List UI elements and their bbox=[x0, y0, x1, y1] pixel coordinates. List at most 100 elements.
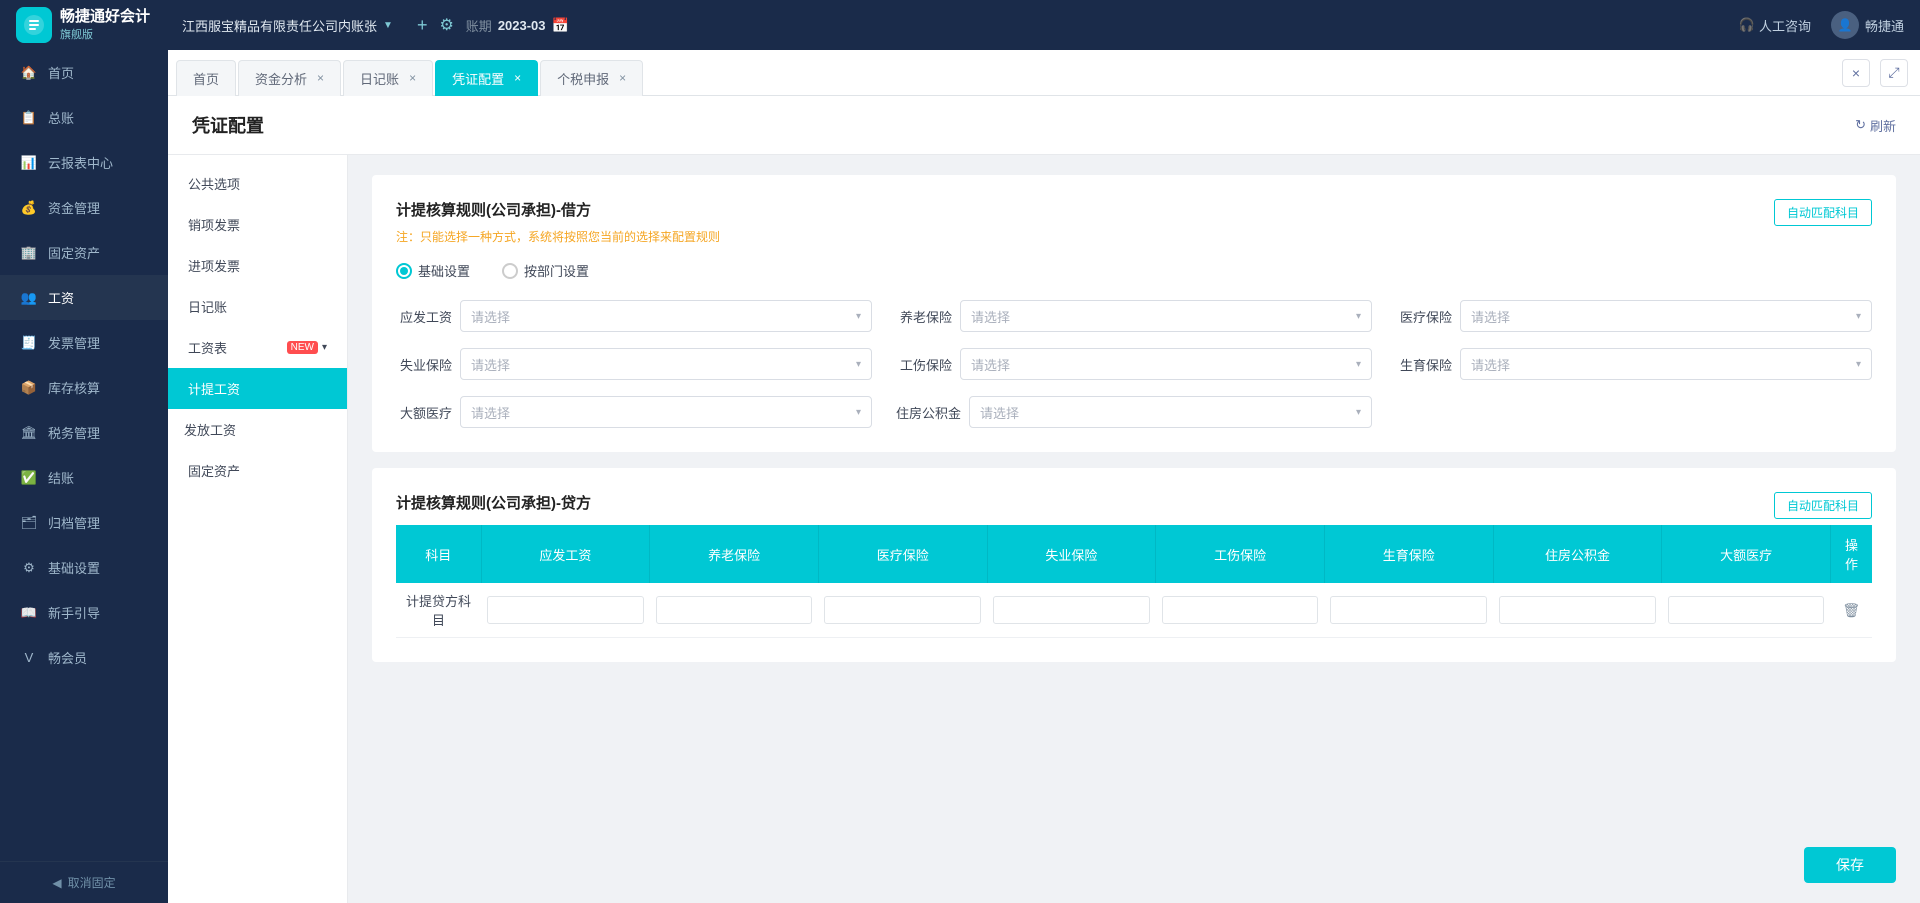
sidebar-item-inventory[interactable]: 📦 库存核算 bbox=[0, 365, 168, 410]
tab-journal[interactable]: 日记账 × bbox=[343, 60, 433, 96]
sidebar-item-reports[interactable]: 📊 云报表中心 bbox=[0, 140, 168, 185]
sidebar-label-ledger: 总账 bbox=[48, 108, 74, 127]
sidebar-item-archive[interactable]: 🗂 归档管理 bbox=[0, 500, 168, 545]
sidebar-item-ledger[interactable]: 📋 总账 bbox=[0, 95, 168, 140]
cell-大额医疗[interactable] bbox=[1662, 583, 1831, 638]
left-nav-fixed-assets[interactable]: 固定资产 bbox=[168, 450, 347, 491]
chevron-down-icon: ▾ bbox=[856, 407, 861, 418]
refresh-button[interactable]: ↻ 刷新 bbox=[1855, 116, 1896, 135]
left-nav-sales-invoice[interactable]: 销项发票 bbox=[168, 204, 347, 245]
cell-工伤保险[interactable] bbox=[1156, 583, 1325, 638]
sidebar-item-member[interactable]: V 畅会员 bbox=[0, 635, 168, 680]
sidebar-item-guide[interactable]: 📖 新手引导 bbox=[0, 590, 168, 635]
close-all-button[interactable]: × bbox=[1842, 59, 1870, 87]
new-badge: NEW bbox=[287, 341, 318, 354]
select-大额医疗[interactable]: 请选择 ▾ bbox=[460, 396, 872, 428]
select-placeholder: 请选择 bbox=[980, 403, 1019, 422]
tab-fund[interactable]: 资金分析 × bbox=[238, 60, 341, 96]
close-icon[interactable]: × bbox=[317, 72, 324, 84]
input-失业保险[interactable] bbox=[993, 596, 1150, 624]
sidebar-item-fixed[interactable]: 🏢 固定资产 bbox=[0, 230, 168, 275]
left-nav-pay-salary[interactable]: 计提工资 bbox=[168, 368, 347, 409]
select-住房公积金[interactable]: 请选择 ▾ bbox=[969, 396, 1372, 428]
period-label: 账期 bbox=[466, 16, 492, 35]
cell-失业保险[interactable] bbox=[987, 583, 1156, 638]
input-生育保险[interactable] bbox=[1330, 596, 1487, 624]
sidebar-label-reports: 云报表中心 bbox=[48, 153, 113, 172]
close-icon[interactable]: × bbox=[619, 72, 626, 84]
ledger-icon: 📋 bbox=[20, 109, 38, 127]
input-工伤保险[interactable] bbox=[1162, 596, 1319, 624]
credit-table: 科目 应发工资 养老保险 医疗保险 失业保险 工伤保险 生育保险 住房公积金 大… bbox=[396, 525, 1872, 638]
select-placeholder: 请选择 bbox=[971, 355, 1010, 374]
sidebar-item-home[interactable]: 🏠 首页 bbox=[0, 50, 168, 95]
sidebar-item-tax[interactable]: 🏛 税务管理 bbox=[0, 410, 168, 455]
debit-auto-match-button[interactable]: 自动匹配科目 bbox=[1774, 199, 1872, 226]
sidebar-item-settings[interactable]: ⚙ 基础设置 bbox=[0, 545, 168, 590]
add-button[interactable]: + bbox=[417, 15, 428, 36]
page-title: 凭证配置 bbox=[192, 112, 264, 138]
sidebar-item-invoice[interactable]: 🧾 发票管理 bbox=[0, 320, 168, 365]
radio-dept[interactable]: 按部门设置 bbox=[502, 261, 589, 280]
delete-row-button[interactable]: 🗑 bbox=[1842, 602, 1860, 619]
tab-tax[interactable]: 个税申报 × bbox=[540, 60, 643, 96]
field-失业保险: 失业保险 请选择 ▾ bbox=[396, 348, 872, 380]
radio-basic-label: 基础设置 bbox=[418, 261, 470, 280]
tab-home[interactable]: 首页 bbox=[176, 60, 236, 96]
field-住房公积金: 住房公积金 请选择 ▾ bbox=[896, 396, 1372, 428]
cell-应发工资[interactable] bbox=[481, 583, 650, 638]
invoice-icon: 🧾 bbox=[20, 334, 38, 352]
cell-住房公积金[interactable] bbox=[1493, 583, 1662, 638]
save-button[interactable]: 保存 bbox=[1804, 847, 1896, 883]
main-layout: 🏠 首页 📋 总账 📊 云报表中心 💰 资金管理 🏢 固定资产 👥 工资 🧾 发… bbox=[0, 50, 1920, 903]
tab-journal-label: 日记账 bbox=[360, 69, 399, 88]
close-icon[interactable]: × bbox=[409, 72, 416, 84]
radio-basic[interactable]: 基础设置 bbox=[396, 261, 470, 280]
select-失业保险[interactable]: 请选择 ▾ bbox=[460, 348, 872, 380]
sidebar: 🏠 首页 📋 总账 📊 云报表中心 💰 资金管理 🏢 固定资产 👥 工资 🧾 发… bbox=[0, 50, 168, 903]
period-info: 账期 2023-03 📅 bbox=[466, 16, 569, 35]
company-selector[interactable]: 江西服宝精品有限责任公司内账张 ▼ bbox=[182, 16, 393, 35]
sidebar-item-fund[interactable]: 💰 资金管理 bbox=[0, 185, 168, 230]
left-nav-purchase-invoice[interactable]: 进项发票 bbox=[168, 245, 347, 286]
ai-consult-button[interactable]: 🎧 人工咨询 bbox=[1739, 16, 1811, 35]
cell-生育保险[interactable] bbox=[1324, 583, 1493, 638]
settings-button[interactable]: ⚙ bbox=[439, 15, 453, 35]
logo-icon bbox=[16, 7, 52, 43]
left-nav-issue-salary[interactable]: 发放工资 bbox=[168, 409, 347, 450]
select-生育保险[interactable]: 请选择 ▾ bbox=[1460, 348, 1872, 380]
chevron-down-icon: ▼ bbox=[383, 20, 393, 31]
cell-医疗保险[interactable] bbox=[818, 583, 987, 638]
input-养老保险[interactable] bbox=[656, 596, 813, 624]
chevron-down-icon: ▾ bbox=[1356, 359, 1361, 370]
sidebar-item-checkout[interactable]: ✅ 结账 bbox=[0, 455, 168, 500]
field-养老保险: 养老保险 请选择 ▾ bbox=[896, 300, 1372, 332]
debit-section-title: 计提核算规则(公司承担)-借方 bbox=[396, 199, 1872, 220]
close-icon[interactable]: × bbox=[514, 72, 521, 84]
tab-voucher[interactable]: 凭证配置 × bbox=[435, 60, 538, 96]
select-placeholder: 请选择 bbox=[471, 355, 510, 374]
calendar-icon[interactable]: 📅 bbox=[552, 17, 569, 34]
left-nav-public[interactable]: 公共选项 bbox=[168, 163, 347, 204]
expand-button[interactable]: ⤢ bbox=[1880, 59, 1908, 87]
refresh-icon: ↻ bbox=[1855, 117, 1866, 133]
credit-auto-match-button[interactable]: 自动匹配科目 bbox=[1774, 492, 1872, 519]
page-header: 凭证配置 ↻ 刷新 bbox=[168, 96, 1920, 155]
select-工伤保险[interactable]: 请选择 ▾ bbox=[960, 348, 1372, 380]
th-大额医疗: 大额医疗 bbox=[1662, 525, 1831, 583]
th-应发工资: 应发工资 bbox=[481, 525, 650, 583]
left-nav-salary-table[interactable]: 工资表 NEW ▾ bbox=[168, 327, 347, 368]
left-nav-journal[interactable]: 日记账 bbox=[168, 286, 347, 327]
sidebar-item-salary[interactable]: 👥 工资 bbox=[0, 275, 168, 320]
input-大额医疗[interactable] bbox=[1668, 596, 1825, 624]
input-住房公积金[interactable] bbox=[1499, 596, 1656, 624]
radio-dot-basic bbox=[400, 267, 408, 275]
input-医疗保险[interactable] bbox=[824, 596, 981, 624]
select-应发工资[interactable]: 请选择 ▾ bbox=[460, 300, 872, 332]
input-应发工资[interactable] bbox=[487, 596, 644, 624]
cell-养老保险[interactable] bbox=[650, 583, 819, 638]
cancel-fixed-button[interactable]: ◀ 取消固定 bbox=[0, 861, 168, 903]
select-养老保险[interactable]: 请选择 ▾ bbox=[960, 300, 1372, 332]
cell-操作[interactable]: 🗑 bbox=[1830, 583, 1872, 638]
select-医疗保险[interactable]: 请选择 ▾ bbox=[1460, 300, 1872, 332]
